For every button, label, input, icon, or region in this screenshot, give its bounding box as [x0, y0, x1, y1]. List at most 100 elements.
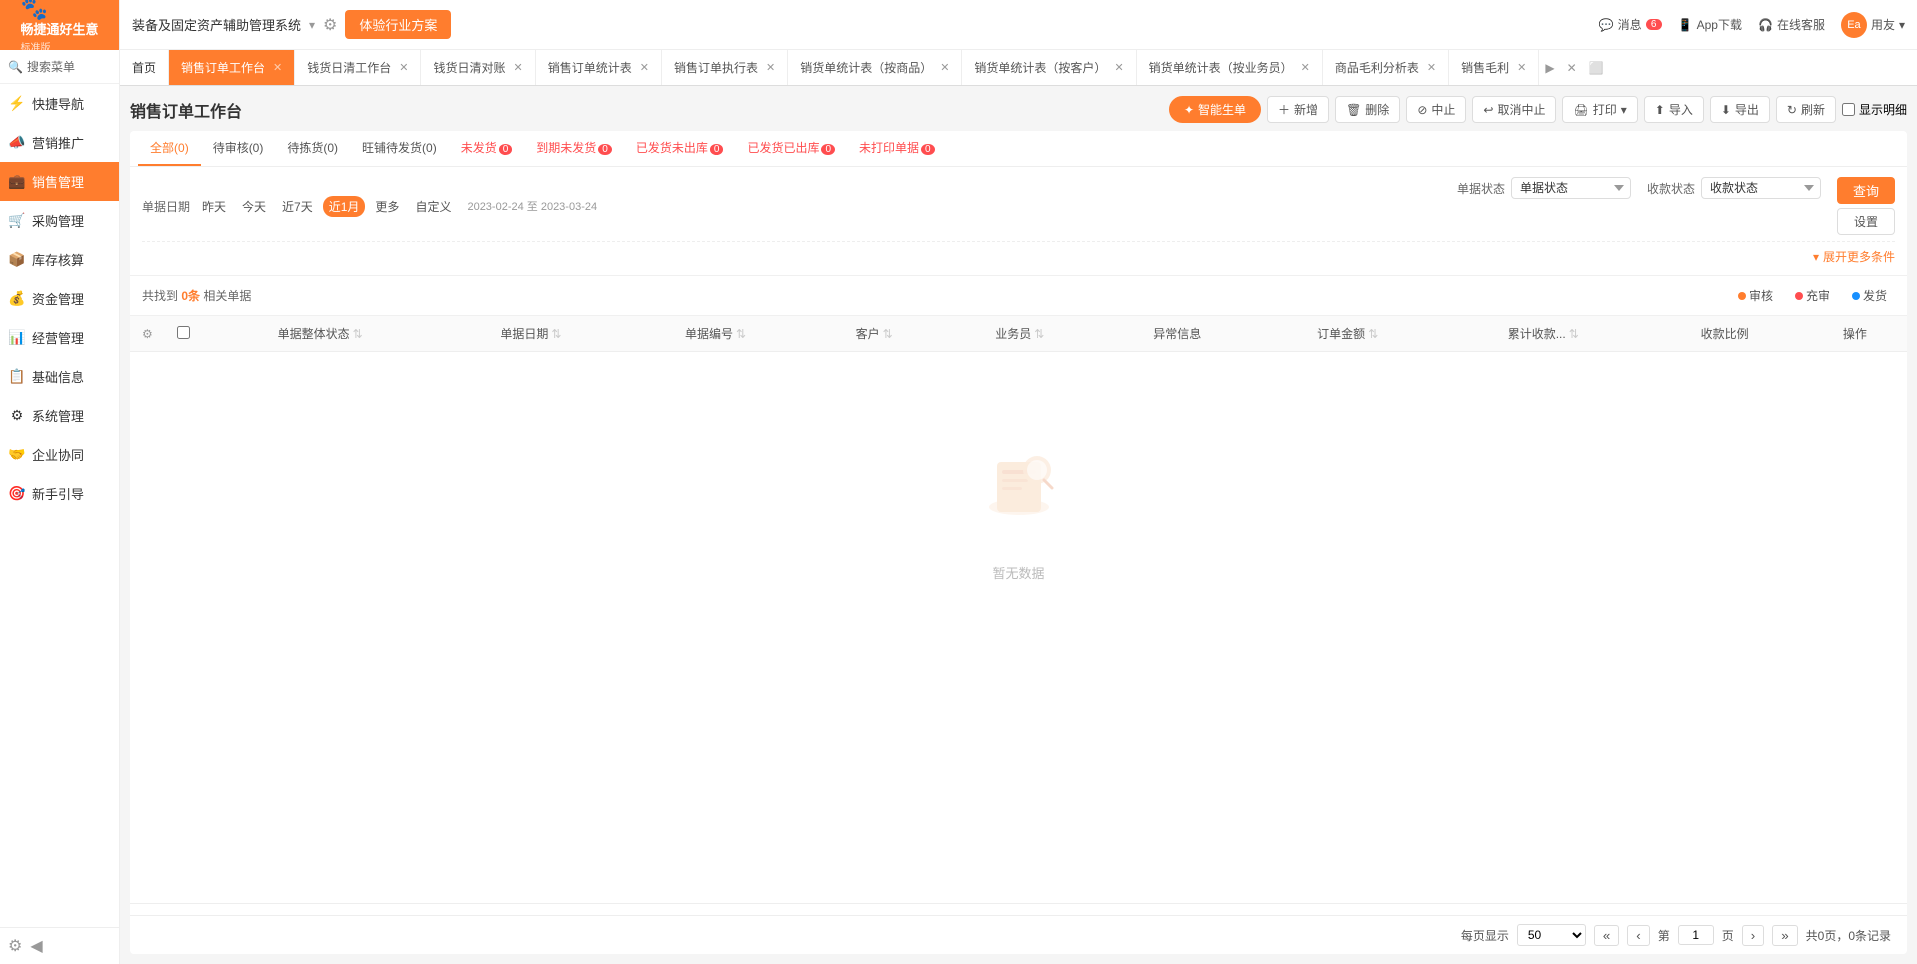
date-opt-7days[interactable]: 近7天: [276, 196, 319, 217]
tab-scroll-right[interactable]: ▶: [1539, 50, 1560, 86]
tab-cash-daily[interactable]: 钱货日清工作台 ✕: [295, 50, 421, 86]
sidebar-item-finance[interactable]: 💰 资金管理: [0, 279, 119, 318]
close-sales-stats-tab[interactable]: ✕: [640, 61, 649, 74]
tab-product-margin[interactable]: 商品毛利分析表 ✕: [1323, 50, 1449, 86]
marketing-icon: 📣: [8, 134, 26, 152]
subtab-shipped-out[interactable]: 已发货已出库0: [735, 131, 847, 166]
sidebar-item-guide[interactable]: 🎯 新手引导: [0, 474, 119, 513]
close-cash-reconcile-tab[interactable]: ✕: [514, 61, 523, 74]
industry-btn[interactable]: 体验行业方案: [345, 10, 451, 39]
subtab-overdue-unshipped[interactable]: 到期未发货0: [524, 131, 624, 166]
tab-sales-exec[interactable]: 销售订单执行表 ✕: [662, 50, 788, 86]
tab-close-all[interactable]: ✕: [1561, 50, 1583, 86]
ship-action-btn[interactable]: 发货: [1844, 284, 1895, 307]
tab-sales-order[interactable]: 销售订单工作台 ✕: [169, 50, 295, 86]
sort-salesman-icon[interactable]: ⇅: [1034, 327, 1044, 341]
close-sales-margin-tab[interactable]: ✕: [1517, 61, 1526, 74]
date-opt-more[interactable]: 更多: [369, 196, 405, 217]
add-btn[interactable]: ＋ 新增: [1267, 96, 1329, 123]
close-goods-customer-tab[interactable]: ✕: [1114, 61, 1123, 74]
sidebar-item-sales[interactable]: 💼 销售管理: [0, 162, 119, 201]
settings-icon[interactable]: ⚙: [8, 936, 22, 956]
expand-more-btn[interactable]: ▾ 展开更多条件: [1813, 248, 1895, 265]
last-page-btn[interactable]: »: [1772, 925, 1797, 946]
subtab-all[interactable]: 全部(0): [138, 131, 201, 166]
first-page-btn[interactable]: «: [1594, 925, 1619, 946]
date-opt-custom[interactable]: 自定义: [409, 196, 457, 217]
th-setting[interactable]: ⚙: [130, 316, 165, 352]
sort-date-icon[interactable]: ⇅: [551, 327, 561, 341]
tab-sales-margin[interactable]: 销售毛利 ✕: [1449, 50, 1539, 86]
collapse-icon[interactable]: ◀: [30, 936, 42, 956]
sort-customer-icon[interactable]: ⇅: [883, 327, 893, 341]
message-item[interactable]: 💬 消息 6: [1599, 16, 1662, 33]
date-range-display: 2023-02-24 至 2023-03-24: [467, 198, 597, 214]
tab-sales-stats[interactable]: 销售订单统计表 ✕: [536, 50, 662, 86]
sort-amount-icon[interactable]: ⇅: [1368, 327, 1378, 341]
online-service-item[interactable]: 🎧 在线客服: [1758, 16, 1825, 33]
subtab-unprinted[interactable]: 未打印单据0: [847, 131, 947, 166]
sidebar-item-basic[interactable]: 📋 基础信息: [0, 357, 119, 396]
cancel-stop-btn[interactable]: ↩ 取消中止: [1472, 96, 1556, 123]
sidebar-item-quick-nav[interactable]: ⚡ 快捷导航: [0, 84, 119, 123]
close-goods-product-tab[interactable]: ✕: [940, 61, 949, 74]
sort-status-icon[interactable]: ⇅: [353, 327, 363, 341]
sidebar-item-system[interactable]: ⚙ 系统管理: [0, 396, 119, 435]
import-btn[interactable]: ⬆ 导入: [1644, 96, 1704, 123]
payment-select[interactable]: 收款状态: [1701, 177, 1821, 199]
delete-label: 删除: [1365, 101, 1389, 118]
sidebar-item-marketing[interactable]: 📣 营销推广: [0, 123, 119, 162]
select-all-checkbox[interactable]: [177, 326, 190, 339]
stop-btn[interactable]: ⊘ 中止: [1406, 96, 1466, 123]
user-item[interactable]: Ea 用友 ▾: [1841, 12, 1905, 38]
sidebar-item-enterprise[interactable]: 🤝 企业协同: [0, 435, 119, 474]
date-opt-today[interactable]: 今天: [236, 196, 272, 217]
refresh-btn[interactable]: ↻ 刷新: [1776, 96, 1836, 123]
tab-cash-reconcile[interactable]: 钱货日清对账 ✕: [421, 50, 535, 86]
tab-home[interactable]: 首页: [120, 50, 169, 86]
show-detail-checkbox[interactable]: [1842, 103, 1855, 116]
sidebar-item-purchase[interactable]: 🛒 采购管理: [0, 201, 119, 240]
horizontal-scrollbar-area[interactable]: [130, 903, 1907, 915]
sort-number-icon[interactable]: ⇅: [736, 327, 746, 341]
sort-collected-icon[interactable]: ⇅: [1569, 327, 1579, 341]
close-sales-exec-tab[interactable]: ✕: [766, 61, 775, 74]
show-detail-label[interactable]: 显示明细: [1842, 101, 1907, 118]
cancel-audit-action-btn[interactable]: 充审: [1787, 284, 1838, 307]
delete-btn[interactable]: 🗑 删除: [1335, 96, 1400, 123]
set-btn[interactable]: 设置: [1837, 208, 1895, 235]
prev-page-btn[interactable]: ‹: [1627, 925, 1649, 946]
close-cash-daily-tab[interactable]: ✕: [399, 61, 408, 74]
export-btn[interactable]: ⬇ 导出: [1710, 96, 1770, 123]
audit-action-btn[interactable]: 审核: [1730, 284, 1781, 307]
subtab-shipped-not-out[interactable]: 已发货未出库0: [624, 131, 736, 166]
tab-goods-stats-salesman[interactable]: 销货单统计表（按业务员） ✕: [1137, 50, 1323, 86]
th-checkbox[interactable]: [165, 316, 202, 352]
subtab-pending-pick[interactable]: 待拣货(0): [275, 131, 350, 166]
tab-goods-stats-customer[interactable]: 销货单统计表（按客户） ✕: [962, 50, 1136, 86]
subtab-wangpu-ship[interactable]: 旺铺待发货(0): [350, 131, 449, 166]
query-btn[interactable]: 查询: [1837, 177, 1895, 204]
page-input[interactable]: [1678, 925, 1714, 945]
sidebar-item-operations[interactable]: 📊 经营管理: [0, 318, 119, 357]
close-product-margin-tab[interactable]: ✕: [1427, 61, 1436, 74]
subtab-unshipped[interactable]: 未发货0: [449, 131, 525, 166]
ai-generate-btn[interactable]: ✦ 智能生单: [1169, 96, 1261, 123]
app-download-item[interactable]: 📱 App下载: [1678, 16, 1742, 33]
tab-goods-stats-product[interactable]: 销货单统计表（按商品） ✕: [788, 50, 962, 86]
tab-expand[interactable]: ⬜: [1583, 50, 1610, 86]
date-opt-1month[interactable]: 近1月: [323, 196, 366, 217]
settings-topbar-icon[interactable]: ⚙: [323, 15, 337, 35]
page-size-select[interactable]: 10 20 50 100: [1517, 924, 1586, 946]
date-filter: 单据日期 昨天 今天 近7天 近1月 更多 自定义 2023-02-24 至 2…: [142, 196, 597, 217]
close-goods-salesman-tab[interactable]: ✕: [1301, 61, 1310, 74]
print-btn[interactable]: 🖨 打印 ▾: [1562, 96, 1637, 123]
subtab-pending-audit[interactable]: 待审核(0): [201, 131, 276, 166]
sidebar-item-inventory[interactable]: 📦 库存核算: [0, 240, 119, 279]
date-opt-yesterday[interactable]: 昨天: [196, 196, 232, 217]
dropdown-icon[interactable]: ▾: [309, 18, 315, 32]
close-sales-order-tab[interactable]: ✕: [273, 61, 282, 74]
next-page-btn[interactable]: ›: [1742, 925, 1764, 946]
status-select[interactable]: 单据状态: [1511, 177, 1631, 199]
search-menu[interactable]: 🔍 搜索菜单: [0, 50, 119, 84]
